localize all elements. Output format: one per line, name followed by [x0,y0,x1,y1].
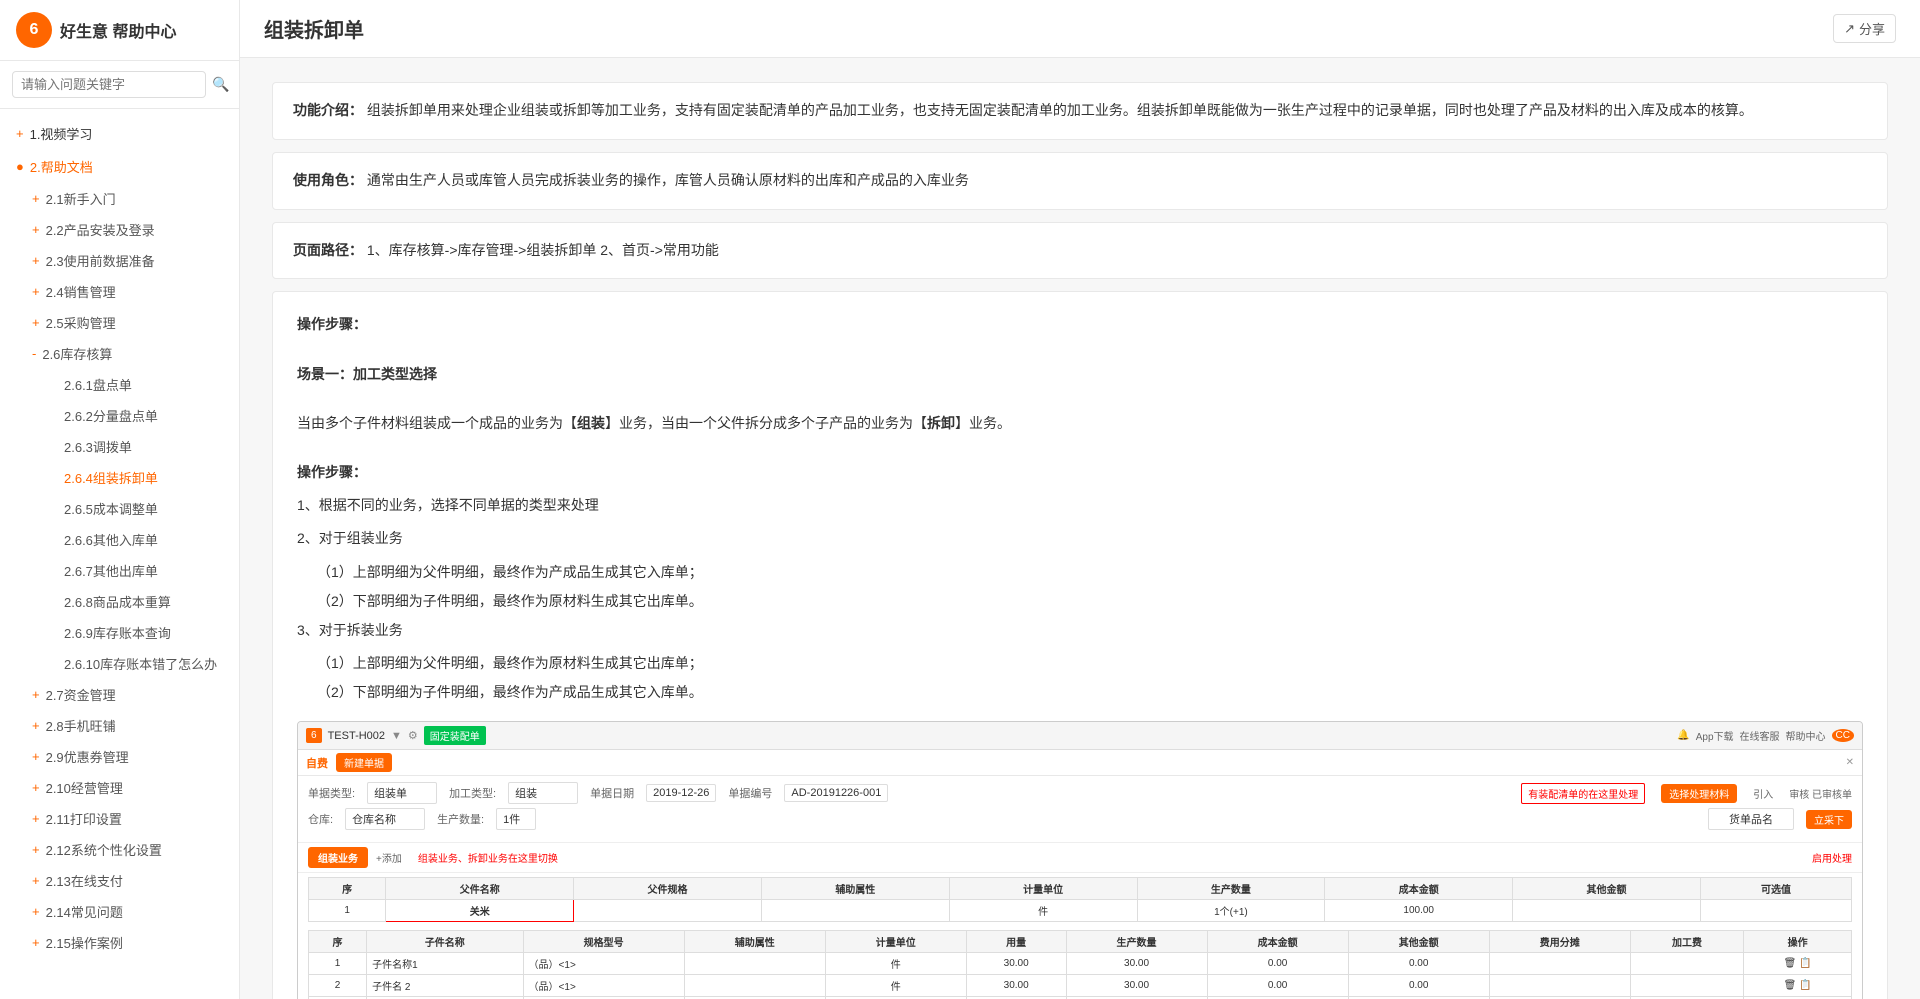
sidebar-item-2-6-9[interactable]: 2.6.9库存账本查询 [56,617,239,648]
main: 组装拆卸单 ↗ 分享 功能介绍： 组装拆卸单用来处理企业组装或拆卸等加工业务，支… [240,0,1920,999]
sidebar-item-2-6-3[interactable]: 2.6.3调拨单 [56,431,239,462]
sidebar-item-2-9[interactable]: + 2.9优惠券管理 [24,741,239,772]
main-header: 组装拆卸单 ↗ 分享 [240,0,1920,58]
sidebar-item-2-11[interactable]: + 2.11打印设置 [24,803,239,834]
sidebar-item-2-4[interactable]: + 2.4销售管理 [24,276,239,307]
step2: 2、对于组装业务 [297,526,1863,551]
screenshot-lower-table-area: 序 子件名称 规格型号 辅助属性 计量单位 用量 生产数量 成本金额 其他金额 … [298,926,1862,999]
screenshot-logo: 6 [306,728,322,743]
sidebar-item-2-6[interactable]: - 2.6库存核算 [24,338,239,369]
sidebar-item-2-6-10[interactable]: 2.6.10库存账本错了怎么办 [56,648,239,679]
main-content: 功能介绍： 组装拆卸单用来处理企业组装或拆卸等加工业务，支持有固定装配清单的产品… [240,58,1920,999]
sidebar-item-2-12[interactable]: + 2.12系统个性化设置 [24,834,239,865]
nav-tree: + 1.视频学习 ● 2.帮助文档 + 2.1新手入门 + 2.2产品安装及登录… [0,109,239,999]
sidebar-item-docs[interactable]: ● 2.帮助文档 [0,150,239,183]
sidebar-item-2-3[interactable]: + 2.3使用前数据准备 [24,245,239,276]
assembly-steps: （1）上部明细为父件明细，最终作为产成品生成其它入库单； （2）下部明细为子件明… [317,560,1863,614]
sidebar-item-2-6-5[interactable]: 2.6.5成本调整单 [56,493,239,524]
sidebar-item-2-8[interactable]: + 2.8手机旺铺 [24,710,239,741]
search-box: 🔍 [0,61,239,109]
logo-icon: 6 [16,12,52,48]
screenshot-lower-table: 序 子件名称 规格型号 辅助属性 计量单位 用量 生产数量 成本金额 其他金额 … [308,930,1852,999]
screenshot-id: TEST-H002 [328,730,385,742]
sidebar-item-2-6-1[interactable]: 2.6.1盘点单 [56,369,239,400]
screenshot-topbar: 6 TEST-H002 ▼ ⚙ 固定装配单 🔔 App下载 在线客服 帮助中心 … [298,722,1862,750]
sidebar-item-2-7[interactable]: + 2.7资金管理 [24,679,239,710]
assembly-step-2: （2）下部明细为子件明细，最终作为原材料生成其它出库单。 [317,589,1863,614]
screenshot-qty-field: 1件 [496,808,536,830]
role-text: 通常由生产人员或库管人员完成拆装业务的操作，库管人员确认原材料的出库和产成品的入… [367,172,969,188]
role-block: 使用角色： 通常由生产人员或库管人员完成拆装业务的操作，库管人员确认原材料的出库… [272,152,1888,210]
screenshot-confirm-btn: 立采下 [1806,810,1852,829]
search-button[interactable]: 🔍 [212,76,229,93]
screenshot-order-field: AD-20191226-001 [784,784,888,802]
path-block: 页面路径： 1、库存核算->库存管理->组装拆卸单 2、首页->常用功能 [272,222,1888,280]
screenshot-tabs: 组装业务 +添加 组装业务、拆卸业务在这里切换 启用处理 [298,843,1862,873]
path-text: 1、库存核算->库存管理->组装拆卸单 2、首页->常用功能 [367,242,719,258]
page-title: 组装拆卸单 [264,14,364,43]
step1: 1、根据不同的业务，选择不同单据的类型来处理 [297,493,1863,518]
sidebar-item-2-6-4[interactable]: 2.6.4组装拆卸单 [56,462,239,493]
disassembly-step-1: （1）上部明细为父件明细，最终作为原材料生成其它出库单； [317,651,1863,676]
sidebar-item-2-1[interactable]: + 2.1新手入门 [24,183,239,214]
screenshot-type-field: 组装单 [367,782,437,804]
screenshot-upper-table: 序 父件名称 父件规格 辅助属性 计量单位 生产数量 成本金额 其他金额 可选值 [308,877,1852,922]
logo-text: 好生意 帮助中心 [60,18,176,42]
sidebar-item-2-10[interactable]: + 2.10经营管理 [24,772,239,803]
sidebar-item-2-15[interactable]: + 2.15操作案例 [24,927,239,958]
screenshot-warehouse-field: 仓库名称 [345,808,425,830]
search-input[interactable] [12,71,206,98]
sidebar-header: 6 好生意 帮助中心 [0,0,239,61]
disassembly-step-2: （2）下部明细为子件明细，最终作为产成品生成其它入库单。 [317,680,1863,705]
scenario1-desc: 当由多个子件材料组装成一个成品的业务为【组装】业务，当由一个父件拆分成多个子产品… [297,411,1863,436]
scenario1-steps-title: 操作步骤： [297,464,367,480]
scenario1-title: 场景一：加工类型选择 [297,366,437,382]
screenshot-choose-btn: 选择处理材料 [1661,784,1737,803]
share-button[interactable]: ↗ 分享 [1833,14,1896,43]
disassembly-steps: （1）上部明细为父件明细，最终作为原材料生成其它出库单； （2）下部明细为子件明… [317,651,1863,705]
sidebar-item-video[interactable]: + 1.视频学习 [0,117,239,150]
screenshot-date-field: 2019-12-26 [646,784,716,802]
screenshot-upper-table-area: 序 父件名称 父件规格 辅助属性 计量单位 生产数量 成本金额 其他金额 可选值 [298,873,1862,926]
screenshot-form: 单据类型: 组装单 加工类型: 组装 单据日期 2019-12-26 单据编号 … [298,776,1862,843]
share-icon: ↗ [1844,21,1855,37]
function-intro-block: 功能介绍： 组装拆卸单用来处理企业组装或拆卸等加工业务，支持有固定装配清单的产品… [272,82,1888,140]
screenshot-titlebar: 自费 新建单据 ✕ [298,750,1862,776]
screenshot-status-tag: 固定装配单 [424,726,486,745]
screenshot-tab-hint: +添加 [376,850,402,865]
sidebar-item-2-5[interactable]: + 2.5采购管理 [24,307,239,338]
screenshot-assemble-tab: 组装业务 [308,847,368,868]
screenshot-search-field: 货单品名 [1708,808,1794,830]
step3: 3、对于拆装业务 [297,618,1863,643]
sidebar-item-2-6-2[interactable]: 2.6.2分量盘点单 [56,400,239,431]
screenshot-annotation4: 启用处理 [1812,850,1852,865]
steps-title: 操作步骤： [297,316,367,332]
assembly-step-1: （1）上部明细为父件明细，最终作为产成品生成其它入库单； [317,560,1863,585]
sidebar-item-2-6-6[interactable]: 2.6.6其他入库单 [56,524,239,555]
content-area: 操作步骤： 场景一：加工类型选择 当由多个子件材料组装成一个成品的业务为【组装】… [272,291,1888,999]
screenshot-process-field: 组装 [508,782,578,804]
screenshot-new-btn: 新建单据 [336,753,392,772]
screenshot-annotation1: 有装配清单的在这里处理 [1521,783,1645,804]
sidebar-item-2-6-8[interactable]: 2.6.8商品成本重算 [56,586,239,617]
path-label: 页面路径： [293,242,363,258]
sidebar-item-2-6-7[interactable]: 2.6.7其他出库单 [56,555,239,586]
sidebar-item-2-2[interactable]: + 2.2产品安装及登录 [24,214,239,245]
function-label: 功能介绍： [293,102,363,118]
screenshot-annotation3: 组装业务、拆卸业务在这里切换 [418,850,558,865]
screenshot-parent-item: 关米 [386,900,574,922]
function-text: 组装拆卸单用来处理企业组装或拆卸等加工业务，支持有固定装配清单的产品加工业务，也… [367,102,1753,118]
sidebar-item-2-13[interactable]: + 2.13在线支付 [24,865,239,896]
screenshot-container: 6 TEST-H002 ▼ ⚙ 固定装配单 🔔 App下载 在线客服 帮助中心 … [297,721,1863,999]
sidebar: 6 好生意 帮助中心 🔍 + 1.视频学习 ● 2.帮助文档 + 2.1新手入门… [0,0,240,999]
sidebar-item-2-14[interactable]: + 2.14常见问题 [24,896,239,927]
role-label: 使用角色： [293,172,363,188]
